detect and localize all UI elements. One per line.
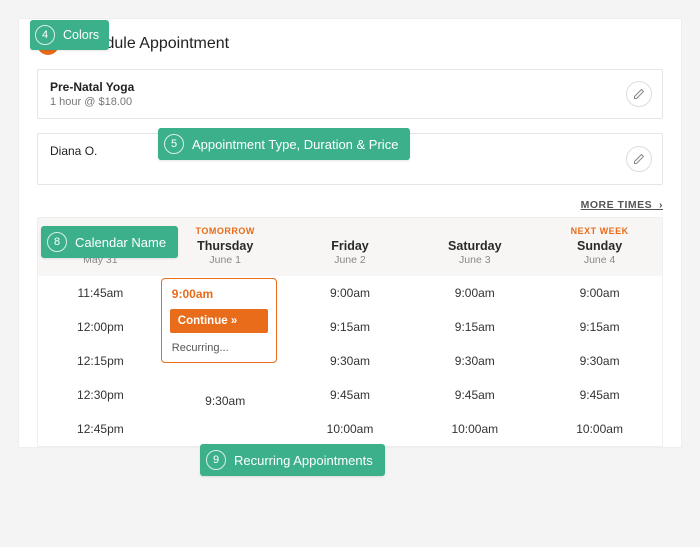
time-slot[interactable]: 9:45am [537, 378, 662, 412]
slot-column: 9:00am 9:15am 9:30am 9:45am 10:00am [288, 276, 413, 446]
callout-label: Calendar Name [75, 235, 166, 250]
time-slot[interactable]: 9:45am [288, 378, 413, 412]
time-slot[interactable]: 11:45am [38, 276, 163, 310]
callout-label: Appointment Type, Duration & Price [192, 137, 398, 152]
appointment-detail: 1 hour @ $18.00 [50, 96, 650, 108]
schedule-body: 11:45am 12:00pm 12:15pm 12:30pm 12:45pm … [38, 276, 662, 446]
callout-number: 5 [164, 134, 184, 154]
callout-number: 4 [35, 25, 55, 45]
chevron-right-icon: › [656, 199, 663, 211]
page-title-row: 1 Schedule Appointment [37, 33, 663, 55]
appointment-name: Pre-Natal Yoga [50, 80, 650, 94]
day-header: TOMORROW Thursday June 1 [163, 218, 288, 276]
callout-label: Colors [63, 28, 99, 42]
time-slot[interactable]: 10:00am [412, 412, 537, 446]
time-slot[interactable]: 12:45pm [38, 412, 163, 446]
slot-column: 9:00am 9:15am 9:30am 9:45am 10:00am [412, 276, 537, 446]
time-slot[interactable]: 12:15pm [38, 344, 163, 378]
callout-number: 9 [206, 450, 226, 470]
callout-calendar-name: 8 Calendar Name [41, 226, 178, 258]
time-slot[interactable]: 9:45am [412, 378, 537, 412]
time-slot[interactable]: 9:15am [412, 310, 537, 344]
pencil-icon [633, 88, 645, 100]
more-times-link[interactable]: MORE TIMES › [37, 199, 663, 211]
slot-column: 9:00am 9:15am 9:30am 9:45am 10:00am [537, 276, 662, 446]
appointment-type-panel: Pre-Natal Yoga 1 hour @ $18.00 [37, 69, 663, 119]
time-slot[interactable]: 9:00am [288, 276, 413, 310]
time-slot[interactable]: 9:00am [537, 276, 662, 310]
more-times-label: MORE TIMES [581, 199, 653, 211]
time-slot[interactable]: 9:30am [163, 384, 288, 418]
callout-recurring: 9 Recurring Appointments [200, 444, 385, 476]
selected-time: 9:00am [170, 287, 268, 301]
time-slot[interactable]: 9:00am [412, 276, 537, 310]
time-slot[interactable]: 10:00am [288, 412, 413, 446]
time-slot[interactable] [163, 364, 288, 384]
time-slot[interactable]: 9:15am [537, 310, 662, 344]
callout-appointment-type: 5 Appointment Type, Duration & Price [158, 128, 410, 160]
day-header: Friday June 2 [288, 218, 413, 276]
day-header: Saturday June 3 [412, 218, 537, 276]
recurring-button[interactable]: Recurring... [170, 340, 231, 356]
edit-appointment-button[interactable] [626, 81, 652, 107]
callout-label: Recurring Appointments [234, 453, 373, 468]
time-slot[interactable]: 9:30am [537, 344, 662, 378]
continue-button[interactable]: Continue » [170, 309, 268, 333]
edit-calendar-button[interactable] [626, 146, 652, 172]
time-slot[interactable]: 10:00am [537, 412, 662, 446]
callout-number: 8 [47, 232, 67, 252]
slot-column: 9:00am 9:15am 9:30am 9:00am Continue » R… [163, 276, 288, 446]
day-header: NEXT WEEK Sunday June 4 [537, 218, 662, 276]
pencil-icon [633, 153, 645, 165]
time-slot-popover: 9:00am Continue » Recurring... [161, 278, 277, 363]
slot-column: 11:45am 12:00pm 12:15pm 12:30pm 12:45pm [38, 276, 163, 446]
time-slot[interactable]: 9:30am [288, 344, 413, 378]
callout-colors: 4 Colors [30, 20, 109, 50]
time-slot[interactable]: 9:30am [412, 344, 537, 378]
time-slot[interactable]: 12:00pm [38, 310, 163, 344]
time-slot[interactable]: 9:15am [288, 310, 413, 344]
time-slot[interactable]: 12:30pm [38, 378, 163, 412]
